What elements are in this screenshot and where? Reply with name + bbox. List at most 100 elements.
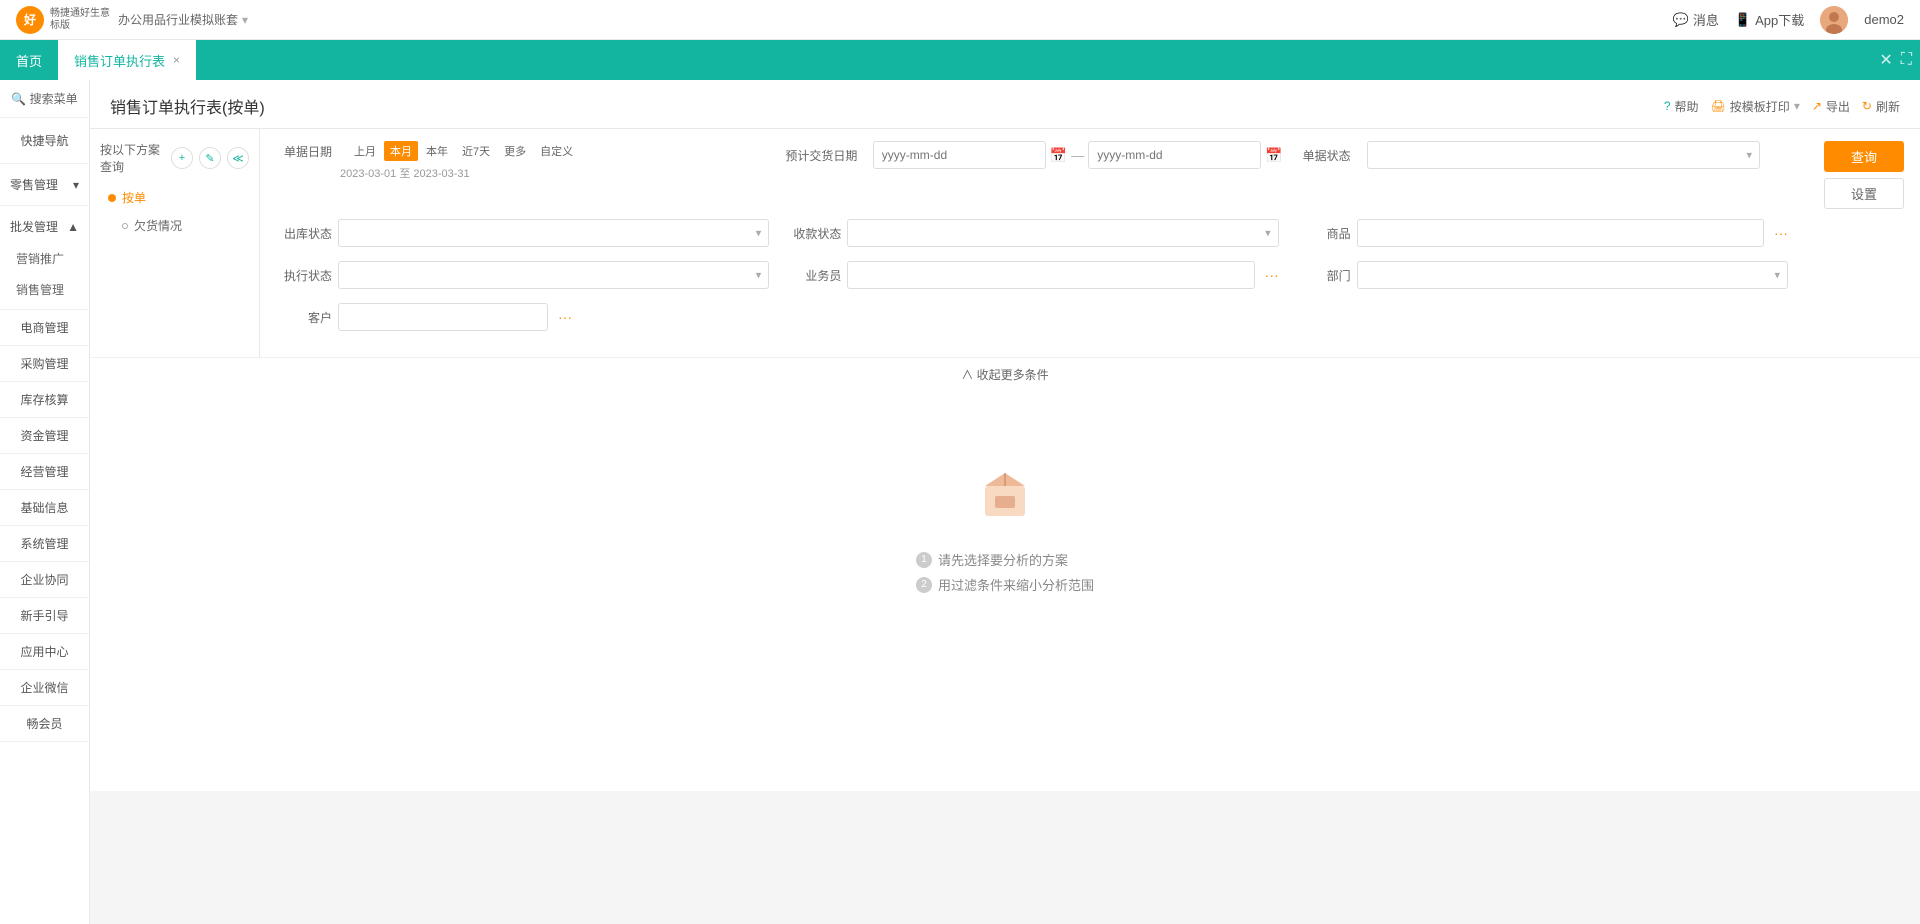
goods-label: 商品 [1295, 225, 1351, 242]
exec-status-wrap [338, 261, 769, 289]
filter-row-2: 出库状态 收款状态 商品 [276, 219, 1904, 247]
date-tab-this-year[interactable]: 本年 [420, 141, 454, 161]
salesperson-more-icon[interactable]: ··· [1265, 267, 1279, 283]
breadcrumb: 办公用品行业模拟账套 ▾ [118, 11, 248, 28]
sidebar-item-marketing[interactable]: 营销推广 [0, 243, 89, 274]
app-download-button[interactable]: 📱 App下载 [1735, 10, 1804, 29]
help-button[interactable]: ? 帮助 [1664, 98, 1699, 115]
shipment-status-select[interactable] [338, 219, 769, 247]
doc-status-field: 单据状态 [1295, 141, 1792, 169]
date-tab-prev-month[interactable]: 上月 [348, 141, 382, 161]
collapse-label: 收起更多条件 [977, 368, 1049, 382]
goods-more-icon[interactable]: ··· [1774, 225, 1788, 241]
settings-button[interactable]: 设置 [1824, 178, 1904, 209]
sidebar-item-system[interactable]: 系统管理 [0, 526, 89, 562]
sidebar-item-appcenter[interactable]: 应用中心 [0, 634, 89, 670]
sidebar-item-sales[interactable]: 销售管理 [0, 274, 89, 305]
sidebar-item-basic[interactable]: 基础信息 [0, 490, 89, 526]
shipment-status-label: 出库状态 [276, 225, 332, 242]
salesperson-field: 业务员 ··· [785, 261, 1278, 289]
sidebar-search[interactable]: 🔍 搜索菜单 [0, 80, 89, 118]
help-icon: ? [1664, 99, 1671, 113]
date-tab-7days[interactable]: 近7天 [456, 141, 496, 161]
export-label: 导出 [1826, 98, 1850, 115]
window-expand-button[interactable]: ⛶ [1901, 51, 1912, 69]
calendar-to-icon[interactable]: 📅 [1265, 147, 1282, 164]
app-download-icon: 📱 [1735, 12, 1751, 28]
exec-status-select[interactable] [338, 261, 769, 289]
sidebar-item-member[interactable]: 畅会员 [0, 706, 89, 742]
date-tab-custom[interactable]: 自定义 [534, 141, 579, 161]
page-header-actions: ? 帮助 🖨 按模板打印 ▾ ↗ 导出 ↻ 刷新 [1664, 98, 1900, 115]
breadcrumb-arrow-icon[interactable]: ▾ [242, 13, 248, 27]
help-label: 帮助 [1675, 98, 1699, 115]
refresh-label: 刷新 [1876, 98, 1900, 115]
receipt-status-select[interactable] [847, 219, 1278, 247]
tip-text-1: 请先选择要分析的方案 [938, 550, 1068, 569]
sidebar-retail-header[interactable]: 零售管理 ▾ [0, 168, 89, 201]
date-field-label: 单据日期 [276, 143, 332, 160]
salesperson-input-wrap [847, 261, 1254, 289]
message-button[interactable]: 💬 消息 [1673, 10, 1719, 29]
date-tab-more[interactable]: 更多 [498, 141, 532, 161]
date-range-display: 2023-03-01 至 2023-03-31 [276, 165, 773, 181]
scheme-sub-label: 欠货情况 [134, 217, 182, 234]
goods-input[interactable] [1357, 219, 1764, 247]
sidebar: 🔍 搜索菜单 快捷导航 零售管理 ▾ 批发管理 ▲ 营销推广 销售管理 电商管理 [0, 80, 90, 924]
customer-input[interactable] [338, 303, 548, 331]
salesperson-input[interactable] [847, 261, 1254, 289]
delivery-date-field: 预计交货日期 📅 — 📅 [785, 141, 1282, 169]
filter-scheme-header: 按以下方案查询 + ✎ ≪ [100, 141, 249, 175]
sidebar-item-ecommerce[interactable]: 电商管理 [0, 310, 89, 346]
sidebar-item-quick-nav[interactable]: 快捷导航 [0, 124, 89, 157]
empty-tip-1: 1 请先选择要分析的方案 [916, 550, 1094, 569]
customer-more-icon[interactable]: ··· [558, 309, 572, 325]
collapse-scheme-button[interactable]: ≪ [227, 147, 249, 169]
doc-status-select[interactable] [1367, 141, 1760, 169]
sidebar-item-wechat[interactable]: 企业微信 [0, 670, 89, 706]
sidebar-retail-arrow-icon: ▾ [73, 178, 79, 192]
shipment-status-field: 出库状态 [276, 219, 769, 247]
filter-scheme-item-main[interactable]: 按单 [100, 183, 249, 212]
logo-text: 畅捷通好生意 标版 [50, 8, 110, 32]
sidebar-marketing-label: 营销推广 [16, 250, 64, 267]
date-tab-this-month[interactable]: 本月 [384, 141, 418, 161]
sidebar-wholesale-label: 批发管理 [10, 218, 58, 235]
sidebar-item-purchase[interactable]: 采购管理 [0, 346, 89, 382]
sidebar-item-finance[interactable]: 资金管理 [0, 418, 89, 454]
refresh-button[interactable]: ↻ 刷新 [1862, 98, 1900, 115]
tab-home[interactable]: 首页 [0, 40, 58, 80]
department-label: 部门 [1295, 267, 1351, 284]
receipt-status-wrap [847, 219, 1278, 247]
tab-sales-order[interactable]: 销售订单执行表 × [58, 40, 196, 80]
avatar[interactable] [1820, 6, 1848, 34]
collapse-bar[interactable]: ∧ 收起更多条件 [90, 357, 1920, 391]
tip-number-2: 2 [916, 577, 932, 593]
query-button[interactable]: 查询 [1824, 141, 1904, 172]
print-arrow-icon: ▾ [1794, 99, 1800, 113]
delivery-date-to-input[interactable] [1088, 141, 1261, 169]
sidebar-search-label: 搜索菜单 [30, 92, 78, 106]
print-button[interactable]: 🖨 按模板打印 ▾ [1711, 98, 1800, 115]
user-name: demo2 [1864, 12, 1904, 27]
doc-status-select-wrap [1367, 141, 1760, 169]
department-select[interactable] [1357, 261, 1788, 289]
top-bar-right: 💬 消息 📱 App下载 demo2 [1673, 6, 1904, 34]
sidebar-item-newbie[interactable]: 新手引导 [0, 598, 89, 634]
exec-status-field: 执行状态 [276, 261, 769, 289]
calendar-from-icon[interactable]: 📅 [1050, 147, 1067, 164]
sidebar-item-inventory[interactable]: 库存核算 [0, 382, 89, 418]
page-header: 销售订单执行表(按单) ? 帮助 🖨 按模板打印 ▾ ↗ 导出 ↻ 刷新 [90, 80, 1920, 129]
filter-scheme-item-sub[interactable]: 欠货情况 [100, 212, 249, 239]
sidebar-item-collab[interactable]: 企业协同 [0, 562, 89, 598]
window-close-button[interactable]: ✕ [1879, 50, 1892, 70]
sidebar-item-operations[interactable]: 经营管理 [0, 454, 89, 490]
refresh-icon: ↻ [1862, 99, 1872, 113]
edit-scheme-button[interactable]: ✎ [199, 147, 221, 169]
delivery-date-from-input[interactable] [873, 141, 1046, 169]
add-scheme-button[interactable]: + [171, 147, 193, 169]
export-button[interactable]: ↗ 导出 [1812, 98, 1850, 115]
message-icon: 💬 [1673, 12, 1689, 28]
tab-close-icon[interactable]: × [173, 53, 180, 67]
sidebar-wholesale-header[interactable]: 批发管理 ▲ [0, 210, 89, 243]
